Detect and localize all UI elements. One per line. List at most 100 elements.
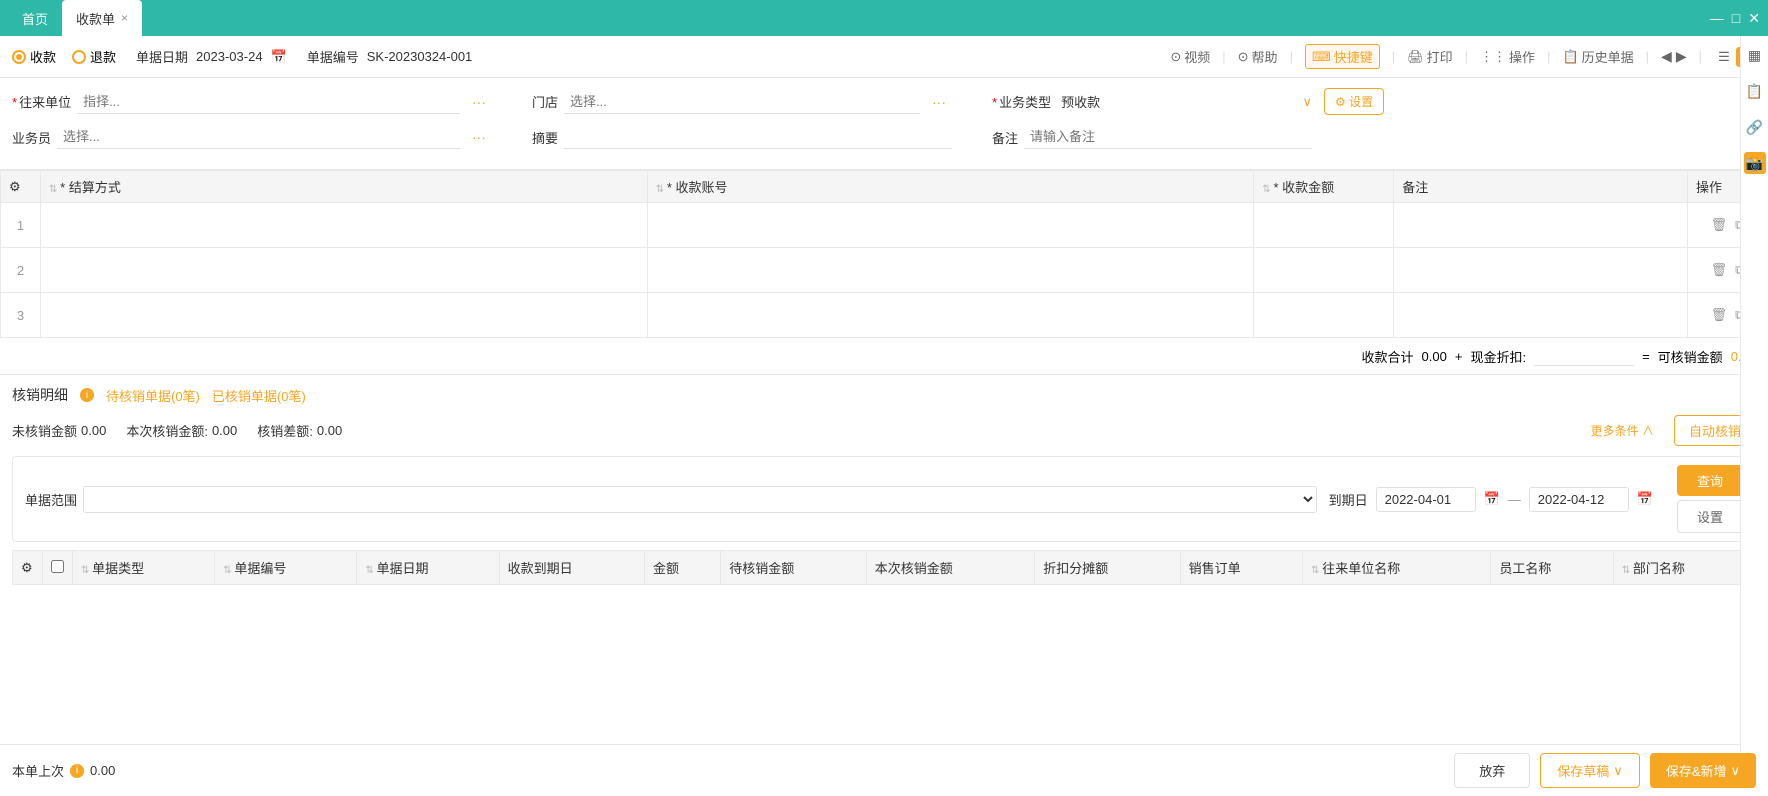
row-num-1: 1: [1, 203, 41, 248]
calendar-icon[interactable]: 📅: [271, 49, 287, 65]
discard-button[interactable]: 放弃: [1454, 753, 1530, 788]
discount-input[interactable]: [1534, 346, 1634, 366]
bottom-info-icon[interactable]: i: [70, 764, 84, 778]
th-dept: ⇅ 部门名称: [1613, 551, 1755, 585]
settlement-cell-1[interactable]: [41, 203, 648, 248]
account-cell-1[interactable]: [647, 203, 1254, 248]
save-new-chevron: ∨: [1730, 763, 1740, 779]
receipt-table: ⚙ ⇅ * 结算方式 ⇅ * 收款账号 ⇅ * 收款金额: [0, 170, 1768, 338]
filter-settings-button[interactable]: 设置: [1677, 500, 1743, 533]
doc-number-label: 单据编号: [307, 47, 359, 66]
partner-input[interactable]: [77, 90, 460, 114]
bottom-left: 本单上次 i 0.00: [12, 761, 115, 780]
bottom-right: 放弃 保存草稿 ∨ 保存&新增 ∨: [1454, 753, 1756, 788]
doc-range-select[interactable]: [83, 486, 1317, 513]
doc-range-label: 单据范围: [25, 490, 77, 509]
form-row-1: 往来单位 ··· 门店 ··· 业务类型 预收款 ∨ ⚙ 设置: [12, 88, 1756, 115]
delete-icon-2[interactable]: 🗑: [1711, 262, 1728, 278]
th-amount2: 金额: [645, 551, 721, 585]
tab-receipt-close[interactable]: ×: [121, 11, 128, 25]
th-gear2[interactable]: ⚙: [13, 551, 43, 585]
verify-section: 核销明细 i 待核销单据(0笔) 已核销单据(0笔) 未核销金额 0.00 本次…: [0, 375, 1768, 744]
sep7: |: [1699, 49, 1702, 64]
done-tab[interactable]: 已核销单据(0笔): [212, 386, 306, 405]
account-cell-3[interactable]: [647, 293, 1254, 338]
sidebar-icon-doc[interactable]: 📋: [1744, 80, 1766, 102]
amount-cell-3[interactable]: [1254, 293, 1394, 338]
tab-home[interactable]: 首页: [8, 0, 62, 36]
query-button[interactable]: 查询: [1677, 465, 1743, 496]
more-conditions-btn[interactable]: 更多条件 ∧: [1591, 422, 1654, 439]
window-close[interactable]: ✕: [1748, 10, 1760, 27]
settings-button[interactable]: ⚙ 设置: [1324, 88, 1384, 115]
nav-prev[interactable]: ◀: [1661, 48, 1672, 65]
remark-cell-3[interactable]: [1394, 293, 1688, 338]
delete-icon-3[interactable]: 🗑: [1711, 307, 1728, 323]
partner-field: 往来单位 ···: [12, 90, 492, 114]
table-area: ⚙ ⇅ * 结算方式 ⇅ * 收款账号 ⇅ * 收款金额: [0, 170, 1768, 338]
calendar-icon-end[interactable]: 📅: [1637, 491, 1653, 507]
shortcut-btn[interactable]: ⌨ 快捷键: [1305, 44, 1380, 69]
select-all-checkbox[interactable]: [51, 560, 64, 573]
doc-info: 单据日期 2023-03-24 📅: [136, 47, 287, 66]
doc-number-info: 单据编号 SK-20230324-001: [307, 47, 473, 66]
layout-list[interactable]: ☰: [1714, 47, 1734, 67]
th-due: 收款到期日: [499, 551, 644, 585]
th-remark: 备注: [1394, 171, 1688, 203]
help-btn[interactable]: ⊙ 帮助: [1238, 47, 1278, 66]
verify-info-icon[interactable]: i: [80, 388, 94, 402]
sidebar-icon-link[interactable]: 🔗: [1744, 116, 1766, 138]
calendar-icon-start[interactable]: 📅: [1484, 491, 1500, 507]
print-btn[interactable]: 🖨 打印: [1407, 47, 1453, 66]
salesperson-label: 业务员: [12, 128, 51, 147]
window-maximize[interactable]: □: [1732, 10, 1740, 26]
history-btn[interactable]: 📋 历史单据: [1562, 47, 1633, 66]
th-type: ⇅ 单据类型: [73, 551, 215, 585]
net-label: 可核销金额: [1658, 347, 1723, 366]
amount-cell-1[interactable]: [1254, 203, 1394, 248]
store-more[interactable]: ···: [926, 94, 952, 110]
summary-input[interactable]: [564, 125, 952, 149]
radio-refund[interactable]: 退款: [72, 47, 116, 66]
biz-type-dropdown[interactable]: ∨: [1302, 94, 1312, 110]
plus-sign: +: [1455, 349, 1463, 364]
partner-more[interactable]: ···: [466, 94, 492, 110]
salesperson-more[interactable]: ···: [466, 129, 492, 145]
due-date-end[interactable]: [1529, 487, 1629, 512]
remark-cell-2[interactable]: [1394, 248, 1688, 293]
table-row: 1 🗑 ⧉: [1, 203, 1768, 248]
help-icon: ⊙: [1238, 49, 1249, 65]
history-icon: 📋: [1562, 49, 1578, 65]
nav-arrows: ◀ ▶: [1661, 48, 1687, 65]
sidebar-icon-table[interactable]: ▦: [1744, 44, 1766, 66]
th-settlement: ⇅ * 结算方式: [41, 171, 648, 203]
th-gear[interactable]: ⚙: [1, 171, 41, 203]
due-date-start[interactable]: [1376, 487, 1476, 512]
operation-btn[interactable]: ⋮⋮ 操作: [1480, 47, 1535, 66]
radio-receipt[interactable]: 收款: [12, 47, 56, 66]
delete-icon-1[interactable]: 🗑: [1711, 217, 1728, 233]
store-field: 门店 ···: [532, 90, 952, 114]
radio-receipt-circle: [12, 50, 26, 64]
save-draft-button[interactable]: 保存草稿 ∨: [1540, 753, 1640, 788]
pending-tab[interactable]: 待核销单据(0笔): [106, 386, 200, 405]
save-new-button[interactable]: 保存&新增 ∨: [1650, 753, 1756, 788]
store-input[interactable]: [564, 90, 920, 114]
amount-cell-2[interactable]: [1254, 248, 1394, 293]
tab-receipt[interactable]: 收款单 ×: [62, 0, 142, 36]
shortcut-icon: ⌨: [1312, 49, 1331, 65]
bottom-bar: 本单上次 i 0.00 放弃 保存草稿 ∨ 保存&新增 ∨: [0, 744, 1768, 796]
settlement-cell-2[interactable]: [41, 248, 648, 293]
unclaimed-label: 未核销金额: [12, 421, 77, 440]
remark-cell-1[interactable]: [1394, 203, 1688, 248]
settlement-cell-3[interactable]: [41, 293, 648, 338]
video-btn[interactable]: ⊙ 视频: [1170, 47, 1210, 66]
salesperson-input[interactable]: [57, 125, 460, 149]
nav-next[interactable]: ▶: [1676, 48, 1687, 65]
main-content: 收款 退款 单据日期 2023-03-24 📅 单据编号 SK-20230324…: [0, 36, 1768, 796]
window-minimize[interactable]: —: [1710, 10, 1724, 26]
sidebar-icon-camera[interactable]: 📸: [1744, 152, 1766, 174]
remark-input[interactable]: [1024, 125, 1312, 149]
account-cell-2[interactable]: [647, 248, 1254, 293]
sep3: |: [1392, 49, 1395, 64]
